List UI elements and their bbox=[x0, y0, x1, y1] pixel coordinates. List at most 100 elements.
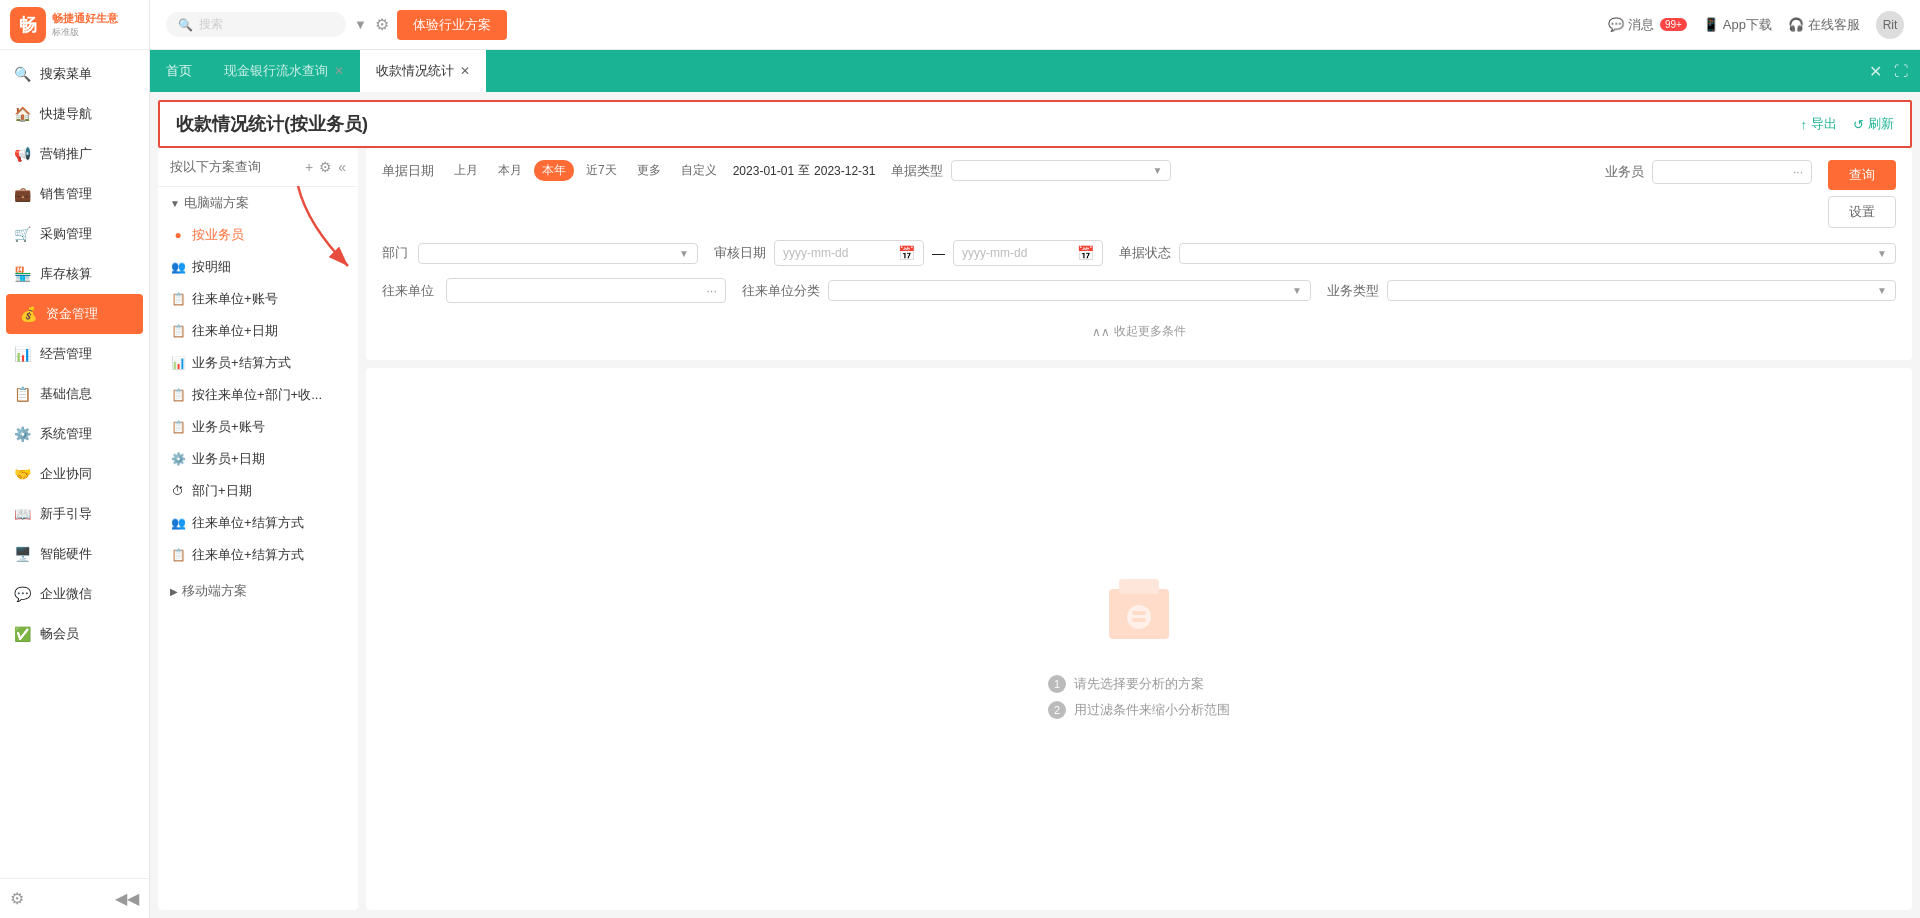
solution-btn[interactable]: 体验行业方案 bbox=[397, 10, 507, 40]
sidebar-item-member[interactable]: ✅ 畅会员 bbox=[0, 614, 149, 654]
salesperson-label: 业务员 bbox=[1605, 163, 1644, 181]
settings-button[interactable]: 设置 bbox=[1828, 196, 1896, 228]
doc-status-select[interactable]: ▼ bbox=[1179, 243, 1896, 264]
finance-icon: 💰 bbox=[18, 304, 38, 324]
doc-type-select[interactable]: ▼ bbox=[951, 160, 1171, 181]
tab-bank-flow-close[interactable]: ✕ bbox=[334, 64, 344, 78]
sidebar-item-base[interactable]: 📋 基础信息 bbox=[0, 374, 149, 414]
tree-item-gear-icon: ⚙️ bbox=[170, 451, 186, 467]
sidebar-item-enterprise[interactable]: 🤝 企业协同 bbox=[0, 454, 149, 494]
salesperson-select[interactable]: ··· bbox=[1652, 160, 1812, 184]
filter-row-2: 部门 ▼ 审核日期 yyyy-mm-dd 📅 bbox=[382, 240, 1896, 266]
sidebar-item-sales[interactable]: 💼 销售管理 bbox=[0, 174, 149, 214]
message-btn[interactable]: 💬 消息 99+ bbox=[1608, 16, 1687, 34]
empty-illustration bbox=[1089, 559, 1189, 659]
sidebar-item-warehouse[interactable]: 🏪 库存核算 bbox=[0, 254, 149, 294]
tree-item-bar-icon: 📊 bbox=[170, 355, 186, 371]
sidebar-item-hardware[interactable]: 🖥️ 智能硬件 bbox=[0, 534, 149, 574]
tab-bank-flow[interactable]: 现金银行流水查询 ✕ bbox=[208, 50, 360, 92]
tab-maximize-icon[interactable]: ⛶ bbox=[1894, 63, 1908, 79]
audit-date-group: 审核日期 yyyy-mm-dd 📅 — yyyy-mm-dd 📅 bbox=[714, 240, 1103, 266]
date-tab-7days[interactable]: 近7天 bbox=[578, 160, 625, 181]
sidebar-item-search[interactable]: 🔍 搜索菜单 bbox=[0, 54, 149, 94]
sidebar-collapse-icon[interactable]: ◀◀ bbox=[115, 889, 139, 908]
sidebar-item-operations[interactable]: 📊 经营管理 bbox=[0, 334, 149, 374]
tab-home[interactable]: 首页 bbox=[150, 50, 208, 92]
sidebar-nav: 🔍 搜索菜单 🏠 快捷导航 📢 营销推广 💼 销售管理 🛒 采购管理 🏪 库存核… bbox=[0, 50, 149, 878]
collapse-bar[interactable]: ∧∧ 收起更多条件 bbox=[382, 315, 1896, 348]
tree-item-table-icon4: 📋 bbox=[170, 419, 186, 435]
dept-group: 部门 ▼ bbox=[382, 243, 698, 264]
date-tab-this-month[interactable]: 本月 bbox=[490, 160, 530, 181]
app-download-btn[interactable]: 📱 App下载 bbox=[1703, 16, 1772, 34]
doc-type-label: 单据类型 bbox=[891, 162, 943, 180]
date-tab-more[interactable]: 更多 bbox=[629, 160, 669, 181]
sidebar-item-purchase[interactable]: 🛒 采购管理 bbox=[0, 214, 149, 254]
left-panel-title: 按以下方案查询 bbox=[170, 158, 261, 176]
tree-item-customer-dept[interactable]: 📋 按往来单位+部门+收... bbox=[158, 379, 358, 411]
sidebar-item-finance[interactable]: 💰 资金管理 bbox=[6, 294, 143, 334]
left-panel-header: 按以下方案查询 + ⚙ « bbox=[158, 148, 358, 187]
tree-item-table-icon1: 📋 bbox=[170, 291, 186, 307]
query-btn-group: 查询 设置 bbox=[1828, 160, 1896, 228]
date-range-start: 2023-01-01 bbox=[733, 164, 794, 178]
logo-text: 畅捷通好生意 标准版 bbox=[52, 11, 118, 39]
query-button[interactable]: 查询 bbox=[1828, 160, 1896, 190]
tab-close-all-icon[interactable]: ✕ bbox=[1869, 62, 1882, 81]
dept-input[interactable]: ▼ bbox=[418, 243, 698, 264]
sidebar-item-wechat[interactable]: 💬 企业微信 bbox=[0, 574, 149, 614]
tree-item-salesperson-settlement[interactable]: 📊 业务员+结算方式 bbox=[158, 347, 358, 379]
collapse-panel-icon[interactable]: « bbox=[338, 159, 346, 175]
business-type-dropdown-icon: ▼ bbox=[1877, 285, 1887, 296]
warehouse-icon: 🏪 bbox=[12, 264, 32, 284]
tree-item-salesperson-date[interactable]: ⚙️ 业务员+日期 bbox=[158, 443, 358, 475]
topbar-search[interactable]: 🔍 搜索 bbox=[166, 12, 346, 37]
sidebar-item-system[interactable]: ⚙️ 系统管理 bbox=[0, 414, 149, 454]
topbar-dropdown-icon[interactable]: ▼ bbox=[354, 17, 367, 32]
topbar: 🔍 搜索 ▼ ⚙ 体验行业方案 💬 消息 99+ 📱 App下载 🎧 在线客服 bbox=[150, 0, 1920, 50]
empty-area: 1 请先选择要分析的方案 2 用过滤条件来缩小分析范围 bbox=[366, 368, 1912, 910]
sidebar-item-marketing[interactable]: 📢 营销推广 bbox=[0, 134, 149, 174]
tree-item-by-detail[interactable]: 👥 按明细 bbox=[158, 251, 358, 283]
tree-item-by-salesperson[interactable]: ● 按业务员 bbox=[158, 219, 358, 251]
guide-icon: 📖 bbox=[12, 504, 32, 524]
collapse-chevron-icon: ∧∧ bbox=[1092, 325, 1110, 339]
tree-item-customer-settlement2[interactable]: 📋 往来单位+结算方式 bbox=[158, 539, 358, 571]
date-tab-custom[interactable]: 自定义 bbox=[673, 160, 725, 181]
tab-collection-stat-close[interactable]: ✕ bbox=[460, 64, 470, 78]
export-btn[interactable]: ↑ 导出 bbox=[1801, 115, 1838, 133]
filter-row-3: 往来单位 ··· 往来单位分类 ▼ bbox=[382, 278, 1896, 303]
scheme-settings-icon[interactable]: ⚙ bbox=[319, 159, 332, 175]
customer-category-dropdown-icon: ▼ bbox=[1292, 285, 1302, 296]
customer-category-select[interactable]: ▼ bbox=[828, 280, 1311, 301]
topbar-right: 💬 消息 99+ 📱 App下载 🎧 在线客服 Rit bbox=[1608, 11, 1904, 39]
business-type-select[interactable]: ▼ bbox=[1387, 280, 1896, 301]
tree-section-mobile: ▶ 移动端方案 bbox=[158, 575, 358, 607]
sidebar-settings-icon[interactable]: ⚙ bbox=[10, 889, 24, 908]
doc-type-group: 单据类型 ▼ bbox=[891, 160, 1589, 181]
tree-item-dept-date[interactable]: ⏱ 部门+日期 bbox=[158, 475, 358, 507]
tree-item-customer-date[interactable]: 📋 往来单位+日期 bbox=[158, 315, 358, 347]
date-tab-last-month[interactable]: 上月 bbox=[446, 160, 486, 181]
business-type-group: 业务类型 ▼ bbox=[1327, 280, 1896, 301]
date-tabs: 上月 本月 本年 近7天 更多 自定义 bbox=[446, 160, 725, 181]
add-scheme-icon[interactable]: + bbox=[305, 159, 313, 175]
topbar-gear-icon[interactable]: ⚙ bbox=[375, 15, 389, 34]
audit-date-start[interactable]: yyyy-mm-dd 📅 bbox=[774, 240, 924, 266]
sidebar-item-guide[interactable]: 📖 新手引导 bbox=[0, 494, 149, 534]
tree-item-customer-settlement1[interactable]: 👥 往来单位+结算方式 bbox=[158, 507, 358, 539]
sidebar-item-quicknav[interactable]: 🏠 快捷导航 bbox=[0, 94, 149, 134]
content-wrapper: 按以下方案查询 + ⚙ « bbox=[150, 148, 1920, 918]
user-avatar[interactable]: Rit bbox=[1876, 11, 1904, 39]
audit-date-end[interactable]: yyyy-mm-dd 📅 bbox=[953, 240, 1103, 266]
tree-item-customer-account[interactable]: 📋 往来单位+账号 bbox=[158, 283, 358, 315]
date-tab-this-year[interactable]: 本年 bbox=[534, 160, 574, 181]
tab-collection-stat[interactable]: 收款情况统计 ✕ bbox=[360, 50, 486, 92]
right-panel: 单据日期 上月 本月 本年 近7天 更多 自定义 2023-01-01 bbox=[366, 148, 1912, 910]
online-service-btn[interactable]: 🎧 在线客服 bbox=[1788, 16, 1860, 34]
marketing-icon: 📢 bbox=[12, 144, 32, 164]
customer-input[interactable]: ··· bbox=[446, 278, 726, 303]
refresh-btn[interactable]: ↺ 刷新 bbox=[1853, 115, 1894, 133]
left-panel: 按以下方案查询 + ⚙ « bbox=[158, 148, 358, 910]
tree-item-salesperson-account[interactable]: 📋 业务员+账号 bbox=[158, 411, 358, 443]
